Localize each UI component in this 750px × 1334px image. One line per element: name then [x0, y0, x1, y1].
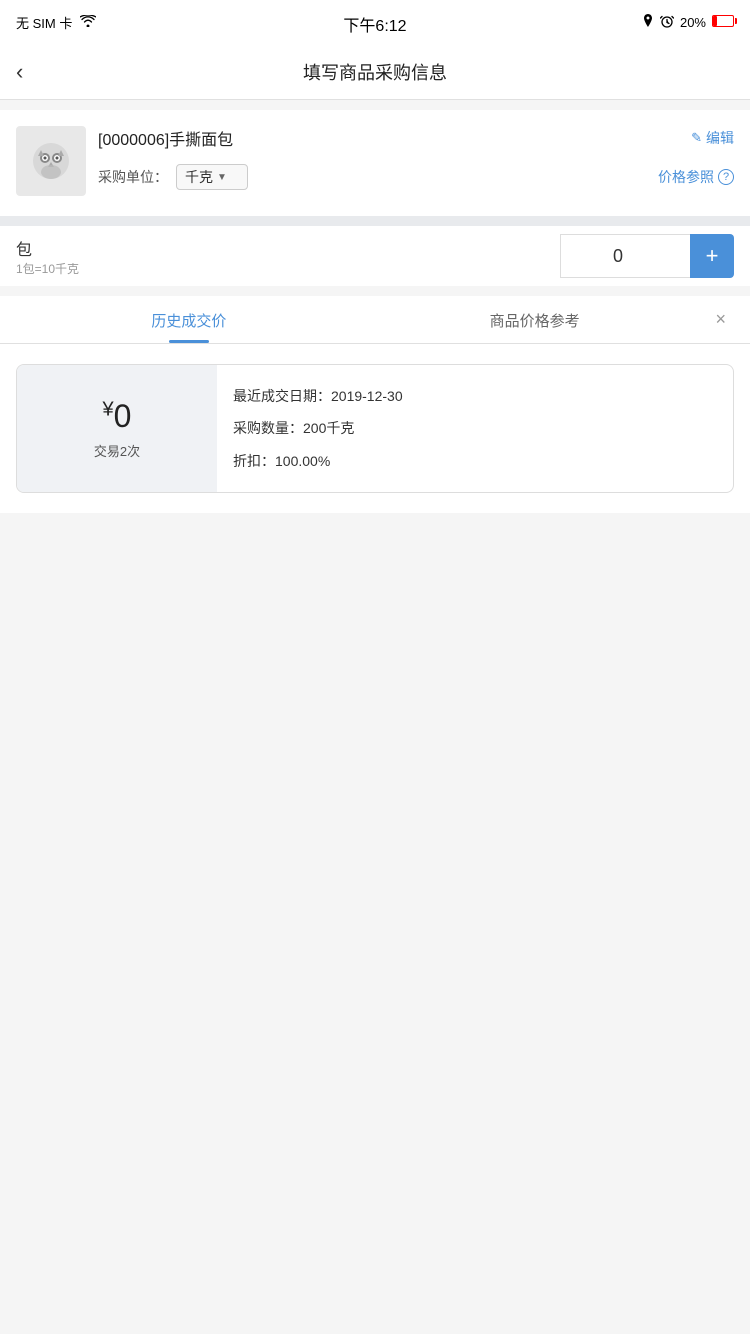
trade-count: 交易2次: [94, 441, 140, 460]
nav-bar: ‹ 填写商品采购信息: [0, 44, 750, 100]
section-divider: [0, 216, 750, 226]
quantity-plus-button[interactable]: +: [690, 234, 734, 278]
help-icon: ?: [718, 169, 734, 185]
battery-percent: 20%: [680, 15, 706, 30]
price-symbol: ¥: [103, 398, 114, 420]
product-section: [0000006]手撕面包 ✎ 编辑 采购单位： 千克 ▼ 价格参照 ?: [0, 110, 750, 216]
location-icon: [642, 14, 654, 31]
status-left: 无 SIM 卡: [16, 13, 96, 32]
close-panel-button[interactable]: ×: [708, 301, 735, 338]
edit-button[interactable]: ✎ 编辑: [691, 128, 734, 148]
latest-date-row: 最近成交日期：2019-12-30: [233, 385, 717, 407]
quantity-input[interactable]: [560, 234, 690, 278]
product-name-row: [0000006]手撕面包 ✎ 编辑: [98, 126, 734, 150]
alarm-icon: [660, 14, 674, 31]
status-right: 20%: [642, 14, 734, 31]
dropdown-arrow-icon: ▼: [217, 172, 227, 183]
discount-row: 折扣：100.00%: [233, 450, 717, 472]
purchase-qty-row: 采购数量：200千克: [233, 417, 717, 439]
unit-sub: 1包=10千克: [16, 260, 79, 277]
back-button[interactable]: ‹: [8, 51, 31, 93]
quantity-label-group: 包 1包=10千克: [16, 236, 79, 277]
unit-select[interactable]: 千克 ▼: [176, 164, 248, 190]
tab-bar: 历史成交价 商品价格参考 ×: [0, 296, 750, 344]
panel-content: ¥0 交易2次 最近成交日期：2019-12-30 采购数量：200千克 折扣：…: [0, 344, 750, 513]
price-reference-button[interactable]: 价格参照 ?: [658, 167, 734, 187]
quantity-section: 包 1包=10千克 +: [0, 226, 750, 286]
product-thumbnail: [16, 126, 86, 196]
product-name: [0000006]手撕面包: [98, 126, 233, 150]
history-price: ¥0: [103, 398, 132, 435]
product-info: [0000006]手撕面包 ✎ 编辑 采购单位： 千克 ▼ 价格参照 ?: [98, 126, 734, 190]
tab-price-reference[interactable]: 商品价格参考: [362, 296, 708, 343]
quantity-control: +: [560, 234, 734, 278]
product-header: [0000006]手撕面包 ✎ 编辑 采购单位： 千克 ▼ 价格参照 ?: [16, 126, 734, 196]
status-bar: 无 SIM 卡 下午6:12 20%: [0, 0, 750, 44]
history-card-right: 最近成交日期：2019-12-30 采购数量：200千克 折扣：100.00%: [217, 365, 733, 492]
history-card: ¥0 交易2次 最近成交日期：2019-12-30 采购数量：200千克 折扣：…: [16, 364, 734, 493]
battery-icon: [712, 15, 734, 30]
empty-area: [0, 513, 750, 1013]
unit-main: 包: [16, 236, 79, 260]
tab-history-price[interactable]: 历史成交价: [16, 296, 362, 343]
history-card-left: ¥0 交易2次: [17, 365, 217, 492]
status-time: 下午6:12: [343, 12, 406, 36]
page-title: 填写商品采购信息: [303, 59, 447, 85]
edit-icon: ✎: [691, 130, 702, 146]
unit-label: 采购单位： 千克 ▼: [98, 164, 248, 190]
product-unit-row: 采购单位： 千克 ▼ 价格参照 ?: [98, 164, 734, 190]
carrier-text: 无 SIM 卡: [16, 13, 72, 32]
panel-container: 历史成交价 商品价格参考 × ¥0 交易2次 最近成交日期：2019-12-30…: [0, 296, 750, 513]
wifi-icon: [80, 15, 96, 30]
